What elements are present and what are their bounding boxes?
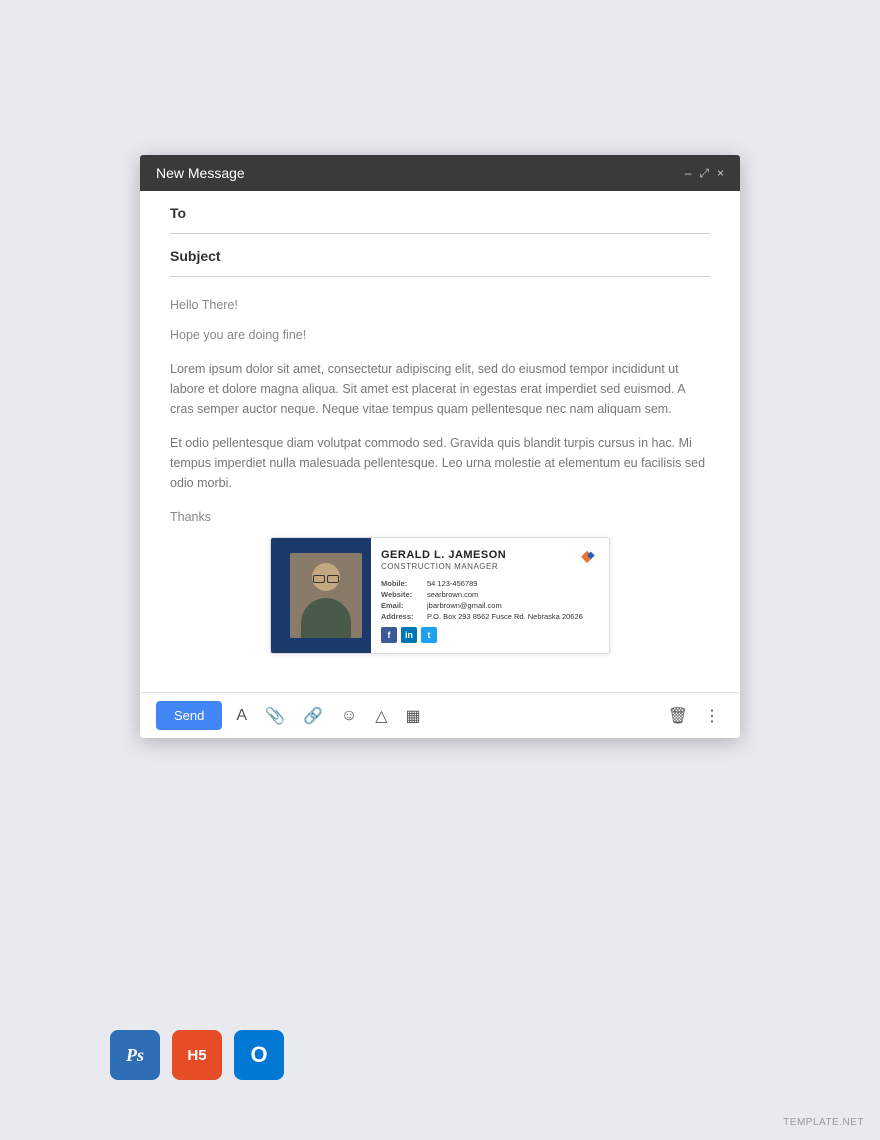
sig-address-row: Address: P.O. Box 293 8562 Fusce Rd. Neb…: [381, 612, 599, 621]
drive-icon[interactable]: △: [371, 704, 391, 728]
minimize-button[interactable]: –: [685, 167, 692, 179]
linkedin-icon[interactable]: in: [401, 627, 417, 643]
sig-address-value: P.O. Box 293 8562 Fusce Rd. Nebraska 206…: [427, 612, 583, 621]
close-button[interactable]: ×: [717, 167, 724, 179]
message-body[interactable]: Hello There! Hope you are doing fine! Lo…: [170, 277, 710, 692]
sig-address-label: Address:: [381, 612, 423, 621]
maximize-button[interactable]: ⤢: [699, 167, 709, 179]
sig-photo: [290, 553, 362, 638]
sig-website-value: searbrown.com: [427, 590, 478, 599]
sig-email-value: jbarbrown@gmail.com: [427, 601, 502, 610]
sig-website-row: Website: searbrown.com: [381, 590, 599, 599]
message-hope: Hope you are doing fine!: [170, 325, 710, 345]
ps-label: Ps: [126, 1045, 144, 1066]
outlook-label: O: [250, 1042, 267, 1068]
sig-website-label: Website:: [381, 590, 423, 599]
window-controls: – ⤢ ×: [685, 167, 724, 179]
email-compose-window: New Message – ⤢ × To Subject Hello There…: [140, 155, 740, 738]
attach-icon[interactable]: 📎: [261, 704, 289, 728]
title-bar: New Message – ⤢ ×: [140, 155, 740, 191]
message-body1: Lorem ipsum dolor sit amet, consectetur …: [170, 359, 710, 419]
outlook-icon: O: [234, 1030, 284, 1080]
to-field-row: To: [170, 191, 710, 234]
delete-icon[interactable]: 🗑: [664, 704, 692, 728]
sig-name: GERALD L. JAMESON: [381, 548, 506, 562]
watermark: TEMPLATE.NET: [783, 1117, 864, 1128]
sig-title: CONSTRUCTION MANAGER: [381, 562, 506, 571]
sig-mobile-label: Mobile:: [381, 579, 423, 588]
sig-glasses-icon: [313, 575, 339, 581]
message-thanks: Thanks: [170, 507, 710, 527]
facebook-icon[interactable]: f: [381, 627, 397, 643]
photoshop-icon: Ps: [110, 1030, 160, 1080]
sig-blue-bar: [271, 538, 281, 653]
more-options-icon[interactable]: ⋮: [700, 704, 724, 728]
sig-mobile-value: 54 123-456789: [427, 579, 477, 588]
window-title: New Message: [156, 165, 245, 181]
diamond-logo-icon: [581, 548, 599, 566]
html5-icon: H5: [172, 1030, 222, 1080]
message-body2: Et odio pellentesque diam volutpat commo…: [170, 433, 710, 493]
send-button[interactable]: Send: [156, 701, 222, 730]
photo-icon[interactable]: ▦: [402, 704, 425, 728]
font-icon[interactable]: A: [232, 705, 251, 727]
sig-photo-body: [301, 598, 351, 638]
sig-photo-area: [281, 538, 371, 653]
emoji-icon[interactable]: ☺: [337, 705, 361, 727]
toolbar-right: 🗑 ⋮: [664, 704, 724, 728]
twitter-icon[interactable]: t: [421, 627, 437, 643]
sig-content: GERALD L. JAMESON CONSTRUCTION MANAGER M…: [371, 538, 609, 653]
html5-label: H5: [187, 1047, 206, 1064]
message-greeting: Hello There!: [170, 295, 710, 315]
email-body: To Subject Hello There! Hope you are doi…: [140, 191, 740, 692]
sig-email-label: Email:: [381, 601, 423, 610]
bottom-app-icons: Ps H5 O: [110, 1030, 284, 1080]
subject-label: Subject: [170, 248, 221, 264]
to-label: To: [170, 205, 186, 221]
sig-mobile-row: Mobile: 54 123-456789: [381, 579, 599, 588]
subject-field-row: Subject: [170, 234, 710, 277]
sig-content-inner: GERALD L. JAMESON CONSTRUCTION MANAGER M…: [381, 548, 599, 643]
link-icon[interactable]: 🔗: [299, 704, 327, 728]
compose-toolbar: Send A 📎 🔗 ☺ △ ▦ 🗑 ⋮: [140, 692, 740, 738]
sig-email-row: Email: jbarbrown@gmail.com: [381, 601, 599, 610]
sig-social-links: f in t: [381, 627, 599, 643]
signature-card: GERALD L. JAMESON CONSTRUCTION MANAGER M…: [270, 537, 610, 654]
